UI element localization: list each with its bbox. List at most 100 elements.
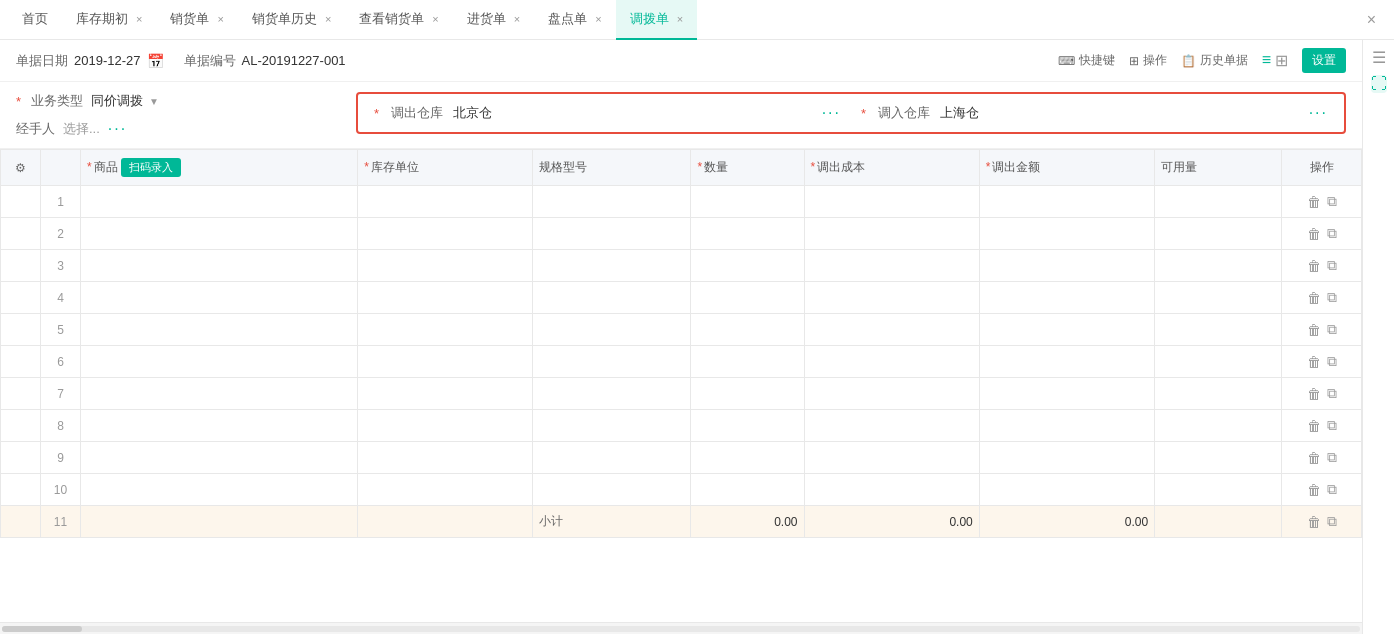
qty-cell[interactable] [691, 250, 804, 282]
delete-row-icon[interactable]: 🗑 [1307, 354, 1321, 370]
tab-sales-history[interactable]: 销货单历史 × [238, 0, 345, 40]
cost-cell[interactable] [804, 282, 979, 314]
amount-cell[interactable] [979, 378, 1154, 410]
cost-cell[interactable] [804, 410, 979, 442]
calendar-icon[interactable]: 📅 [147, 53, 164, 69]
history-button[interactable]: 📋 历史单据 [1181, 52, 1248, 69]
product-cell[interactable] [81, 410, 358, 442]
product-cell[interactable] [81, 442, 358, 474]
delete-row-icon[interactable]: 🗑 [1307, 418, 1321, 434]
close-view-sales[interactable]: × [432, 13, 438, 25]
spec-cell[interactable] [533, 186, 691, 218]
spec-cell[interactable] [533, 442, 691, 474]
transfer-out-more-btn[interactable]: ··· [822, 104, 841, 122]
cost-cell[interactable] [804, 442, 979, 474]
product-cell[interactable] [81, 346, 358, 378]
cost-cell[interactable] [804, 314, 979, 346]
product-cell[interactable] [81, 378, 358, 410]
amount-cell[interactable] [979, 282, 1154, 314]
tab-view-sales[interactable]: 查看销货单 × [345, 0, 452, 40]
qty-cell[interactable] [691, 314, 804, 346]
amount-cell[interactable] [979, 218, 1154, 250]
delete-row-icon[interactable]: 🗑 [1307, 290, 1321, 306]
close-main-button[interactable]: × [1357, 11, 1386, 29]
cost-cell[interactable] [804, 346, 979, 378]
product-cell[interactable] [81, 474, 358, 506]
qty-cell[interactable] [691, 282, 804, 314]
qty-cell[interactable] [691, 218, 804, 250]
copy-row-icon[interactable]: ⧉ [1327, 225, 1337, 242]
unit-cell[interactable] [358, 218, 533, 250]
amount-cell[interactable] [979, 410, 1154, 442]
copy-row-icon[interactable]: ⧉ [1327, 289, 1337, 306]
product-cell[interactable] [81, 186, 358, 218]
unit-cell[interactable] [358, 186, 533, 218]
handler-select[interactable]: 选择... [63, 120, 100, 138]
sidebar-expand-icon[interactable]: ⛶ [1371, 75, 1387, 93]
delete-row-icon[interactable]: 🗑 [1307, 450, 1321, 466]
cost-cell[interactable] [804, 218, 979, 250]
close-stocktake[interactable]: × [595, 13, 601, 25]
spec-cell[interactable] [533, 346, 691, 378]
spec-cell[interactable] [533, 282, 691, 314]
scroll-thumb[interactable] [2, 626, 82, 632]
cost-cell[interactable] [804, 378, 979, 410]
amount-cell[interactable] [979, 474, 1154, 506]
tab-inventory-init[interactable]: 库存期初 × [62, 0, 156, 40]
cost-cell[interactable] [804, 186, 979, 218]
handler-more-btn[interactable]: ··· [108, 120, 127, 138]
unit-cell[interactable] [358, 314, 533, 346]
unit-cell[interactable] [358, 378, 533, 410]
copy-row-icon[interactable]: ⧉ [1327, 417, 1337, 434]
business-type-select[interactable]: 同价调拨 ▼ [91, 92, 159, 110]
amount-cell[interactable] [979, 250, 1154, 282]
delete-row-icon[interactable]: 🗑 [1307, 482, 1321, 498]
transfer-in-more-btn[interactable]: ··· [1309, 104, 1328, 122]
unit-cell[interactable] [358, 474, 533, 506]
amount-cell[interactable] [979, 442, 1154, 474]
list-view-icon[interactable]: ≡ [1262, 51, 1271, 70]
delete-row-icon[interactable]: 🗑 [1307, 386, 1321, 402]
copy-icon[interactable]: ⧉ [1327, 513, 1337, 530]
delete-row-icon[interactable]: 🗑 [1307, 226, 1321, 242]
scan-button[interactable]: 扫码录入 [121, 158, 181, 177]
qty-cell[interactable] [691, 186, 804, 218]
copy-row-icon[interactable]: ⧉ [1327, 481, 1337, 498]
shortcut-button[interactable]: ⌨ 快捷键 [1058, 52, 1115, 69]
tab-transfer[interactable]: 调拨单 × [616, 0, 697, 40]
delete-row-icon[interactable]: 🗑 [1307, 322, 1321, 338]
spec-cell[interactable] [533, 250, 691, 282]
copy-row-icon[interactable]: ⧉ [1327, 257, 1337, 274]
product-cell[interactable] [81, 250, 358, 282]
spec-cell[interactable] [533, 410, 691, 442]
copy-row-icon[interactable]: ⧉ [1327, 193, 1337, 210]
unit-cell[interactable] [358, 250, 533, 282]
sidebar-list-icon[interactable]: ☰ [1372, 48, 1386, 67]
delete-row-icon[interactable]: 🗑 [1307, 194, 1321, 210]
product-cell[interactable] [81, 282, 358, 314]
qty-cell[interactable] [691, 474, 804, 506]
operations-button[interactable]: ⊞ 操作 [1129, 52, 1167, 69]
product-cell[interactable] [81, 218, 358, 250]
gear-column-header[interactable]: ⚙ [1, 150, 41, 186]
spec-cell[interactable] [533, 378, 691, 410]
copy-row-icon[interactable]: ⧉ [1327, 353, 1337, 370]
qty-cell[interactable] [691, 346, 804, 378]
grid-view-icon[interactable]: ⊞ [1275, 51, 1288, 70]
spec-cell[interactable] [533, 218, 691, 250]
horizontal-scrollbar[interactable] [0, 622, 1362, 634]
amount-cell[interactable] [979, 314, 1154, 346]
unit-cell[interactable] [358, 346, 533, 378]
unit-cell[interactable] [358, 282, 533, 314]
delete-row-icon[interactable]: 🗑 [1307, 258, 1321, 274]
spec-cell[interactable] [533, 474, 691, 506]
unit-cell[interactable] [358, 442, 533, 474]
close-sales-order[interactable]: × [217, 13, 223, 25]
qty-cell[interactable] [691, 410, 804, 442]
copy-row-icon[interactable]: ⧉ [1327, 449, 1337, 466]
cost-cell[interactable] [804, 250, 979, 282]
copy-row-icon[interactable]: ⧉ [1327, 385, 1337, 402]
close-transfer[interactable]: × [677, 13, 683, 25]
amount-cell[interactable] [979, 186, 1154, 218]
tab-stocktake[interactable]: 盘点单 × [534, 0, 615, 40]
